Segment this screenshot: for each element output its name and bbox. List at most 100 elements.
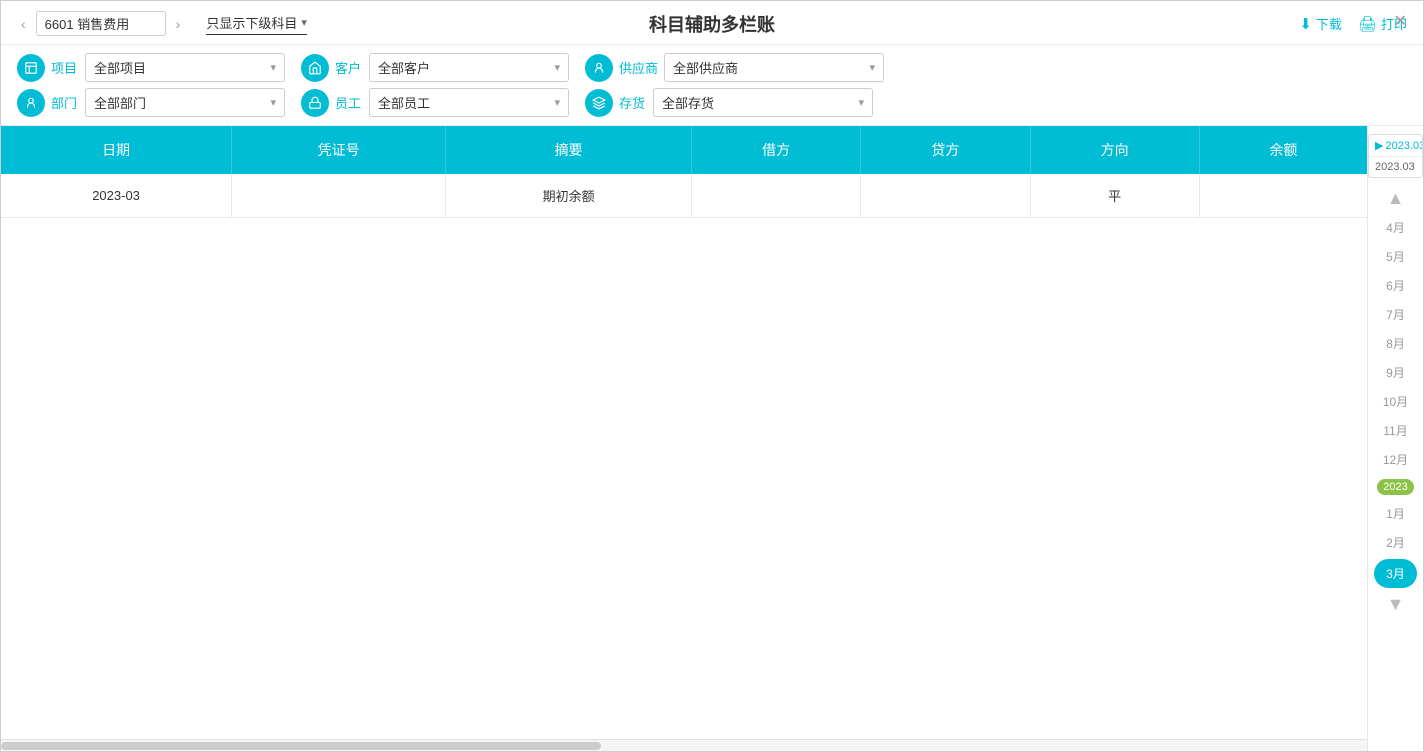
timeline-month-8[interactable]: 8月 bbox=[1368, 329, 1423, 358]
timeline-month-11[interactable]: 11月 bbox=[1368, 416, 1423, 445]
prev-account-button[interactable]: ‹ bbox=[17, 14, 30, 34]
col-voucher: 凭证号 bbox=[232, 126, 446, 174]
download-label: 下载 bbox=[1316, 14, 1342, 33]
scrollbar-thumb[interactable] bbox=[1, 742, 601, 750]
bottom-scrollbar[interactable] bbox=[1, 739, 1367, 751]
employee-value: 全部员工 bbox=[378, 93, 430, 112]
print-icon: 🖨 bbox=[1358, 15, 1377, 33]
date-range-expand[interactable]: ▶ 2023.03 bbox=[1369, 135, 1422, 157]
project-icon bbox=[17, 54, 45, 82]
download-icon: ⬇ bbox=[1299, 15, 1312, 33]
inventory-select[interactable]: 全部存货 ▾ bbox=[653, 88, 873, 117]
table-row: 2023-03 期初余额 平 bbox=[1, 174, 1367, 218]
filter-row-2: 部门 全部部门 ▾ 员工 全部员工 ▾ bbox=[17, 88, 1407, 117]
col-credit: 贷方 bbox=[861, 126, 1030, 174]
cell-credit bbox=[861, 174, 1030, 218]
timeline-month-12[interactable]: 12月 bbox=[1368, 445, 1423, 474]
filter-item-inventory: 存货 全部存货 ▾ bbox=[585, 88, 873, 117]
col-debit: 借方 bbox=[692, 126, 861, 174]
project-select[interactable]: 全部项目 ▾ bbox=[85, 53, 285, 82]
main-content: 日期 凭证号 摘要 借方 贷方 方向 余额 2023-03 期初余额 bbox=[1, 126, 1367, 751]
year-badge[interactable]: 2023 bbox=[1377, 479, 1413, 495]
filter-dropdown-arrow: ▾ bbox=[301, 16, 307, 29]
filter-row-1: 项目 全部项目 ▾ 客户 全部客户 ▾ bbox=[17, 53, 1407, 82]
title-bar: ‹ › 只显示下级科目 ▾ 科目辅助多栏账 ⬇ 下载 🖨 打印 ✕ bbox=[1, 1, 1423, 45]
download-button[interactable]: ⬇ 下载 bbox=[1299, 14, 1342, 33]
supplier-label: 供应商 bbox=[619, 58, 658, 77]
cell-direction: 平 bbox=[1030, 174, 1199, 218]
customer-icon bbox=[301, 54, 329, 82]
col-direction: 方向 bbox=[1030, 126, 1199, 174]
employee-select[interactable]: 全部员工 ▾ bbox=[369, 88, 569, 117]
cell-voucher bbox=[232, 174, 446, 218]
filter-dropdown[interactable]: 只显示下级科目 ▾ bbox=[206, 13, 307, 35]
data-table: 日期 凭证号 摘要 借方 贷方 方向 余额 2023-03 期初余额 bbox=[1, 126, 1367, 218]
filter-item-project: 项目 全部项目 ▾ bbox=[17, 53, 285, 82]
col-balance: 余额 bbox=[1199, 126, 1367, 174]
supplier-icon bbox=[585, 54, 613, 82]
timeline-month-10[interactable]: 10月 bbox=[1368, 387, 1423, 416]
main-window: ‹ › 只显示下级科目 ▾ 科目辅助多栏账 ⬇ 下载 🖨 打印 ✕ bbox=[0, 0, 1424, 752]
scroll-down-button[interactable]: ▼ bbox=[1383, 590, 1409, 619]
customer-arrow: ▾ bbox=[554, 61, 560, 74]
department-label: 部门 bbox=[51, 93, 79, 112]
scroll-up-button[interactable]: ▲ bbox=[1383, 184, 1409, 213]
year-badge-container: 2023 bbox=[1373, 474, 1417, 499]
department-select[interactable]: 全部部门 ▾ bbox=[85, 88, 285, 117]
timeline-month-3-active[interactable]: 3月 bbox=[1374, 559, 1417, 588]
inventory-label: 存货 bbox=[619, 93, 647, 112]
customer-value: 全部客户 bbox=[378, 58, 430, 77]
timeline-month-5[interactable]: 5月 bbox=[1368, 242, 1423, 271]
timeline-month-7[interactable]: 7月 bbox=[1368, 300, 1423, 329]
cell-debit bbox=[692, 174, 861, 218]
account-code-input[interactable] bbox=[36, 11, 166, 36]
timeline-month-2[interactable]: 2月 bbox=[1368, 528, 1423, 557]
col-date: 日期 bbox=[1, 126, 232, 174]
table-header-row: 日期 凭证号 摘要 借方 贷方 方向 余额 bbox=[1, 126, 1367, 174]
employee-arrow: ▾ bbox=[554, 96, 560, 109]
date-range-label-1: 2023.03 bbox=[1385, 140, 1423, 152]
empty-area bbox=[1, 218, 1367, 739]
inventory-value: 全部存货 bbox=[662, 93, 714, 112]
next-account-button[interactable]: › bbox=[172, 14, 185, 34]
filter-item-employee: 员工 全部员工 ▾ bbox=[301, 88, 569, 117]
filter-area: 项目 全部项目 ▾ 客户 全部客户 ▾ bbox=[1, 45, 1423, 126]
timeline-month-6[interactable]: 6月 bbox=[1368, 271, 1423, 300]
supplier-arrow: ▾ bbox=[869, 61, 875, 74]
cell-date: 2023-03 bbox=[1, 174, 232, 218]
page-title: 科目辅助多栏账 bbox=[649, 11, 775, 37]
supplier-value: 全部供应商 bbox=[673, 58, 738, 77]
inventory-arrow: ▾ bbox=[858, 96, 864, 109]
filter-item-customer: 客户 全部客户 ▾ bbox=[301, 53, 569, 82]
timeline-month-9[interactable]: 9月 bbox=[1368, 358, 1423, 387]
date-range-panel: ▶ 2023.03 2023.03 bbox=[1368, 134, 1423, 178]
cell-balance bbox=[1199, 174, 1367, 218]
expand-arrow: ▶ bbox=[1375, 139, 1383, 152]
inventory-icon bbox=[585, 89, 613, 117]
department-arrow: ▾ bbox=[270, 96, 276, 109]
table-area: 日期 凭证号 摘要 借方 贷方 方向 余额 2023-03 期初余额 bbox=[1, 126, 1423, 751]
timeline-month-1[interactable]: 1月 bbox=[1368, 499, 1423, 528]
project-value: 全部项目 bbox=[94, 58, 146, 77]
department-icon bbox=[17, 89, 45, 117]
date-range-item-2[interactable]: 2023.03 bbox=[1369, 157, 1422, 177]
right-sidebar: ▶ 2023.03 2023.03 ▲ 4月 5月 6月 7月 8月 9月 10… bbox=[1367, 126, 1423, 751]
title-left: ‹ › 只显示下级科目 ▾ bbox=[17, 11, 307, 36]
project-label: 项目 bbox=[51, 58, 79, 77]
timeline-month-4[interactable]: 4月 bbox=[1368, 213, 1423, 242]
customer-label: 客户 bbox=[335, 58, 363, 77]
project-arrow: ▾ bbox=[270, 61, 276, 74]
employee-icon bbox=[301, 89, 329, 117]
filter-item-department: 部门 全部部门 ▾ bbox=[17, 88, 285, 117]
department-value: 全部部门 bbox=[94, 93, 146, 112]
filter-item-supplier: 供应商 全部供应商 ▾ bbox=[585, 53, 884, 82]
col-summary: 摘要 bbox=[446, 126, 692, 174]
close-button[interactable]: ✕ bbox=[1394, 11, 1407, 31]
cell-summary: 期初余额 bbox=[446, 174, 692, 218]
filter-dropdown-label: 只显示下级科目 bbox=[206, 13, 297, 32]
date-range-label-2: 2023.03 bbox=[1375, 161, 1415, 173]
employee-label: 员工 bbox=[335, 93, 363, 112]
title-actions: ⬇ 下载 🖨 打印 ✕ bbox=[1299, 14, 1407, 33]
customer-select[interactable]: 全部客户 ▾ bbox=[369, 53, 569, 82]
supplier-select[interactable]: 全部供应商 ▾ bbox=[664, 53, 884, 82]
